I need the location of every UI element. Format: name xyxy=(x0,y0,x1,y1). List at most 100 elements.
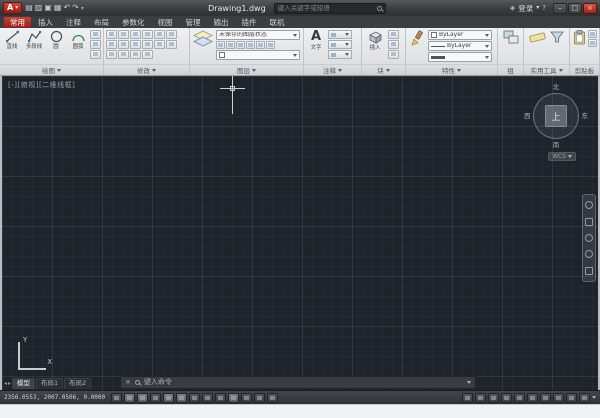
status-bar-menu-icon[interactable] xyxy=(592,396,596,399)
maximize-button[interactable]: □ xyxy=(568,3,582,14)
command-prompt[interactable]: 键入命令 xyxy=(144,379,463,386)
quick-select-icon[interactable] xyxy=(550,30,564,44)
viewcube-south-label[interactable]: 南 xyxy=(553,142,560,149)
ribbon-tab-insert[interactable]: 插入 xyxy=(32,17,59,28)
infer-constraints-toggle[interactable] xyxy=(111,393,122,403)
clean-screen-button[interactable] xyxy=(579,393,590,403)
trim-tool-button[interactable] xyxy=(130,30,141,39)
wcs-menu[interactable]: WCS xyxy=(548,152,576,161)
view-cube[interactable]: 北 西 东 南 上 xyxy=(524,84,588,148)
rectangle-tool-button[interactable] xyxy=(90,30,101,39)
move-tool-button[interactable] xyxy=(106,30,117,39)
layer-select-dropdown[interactable] xyxy=(216,50,300,60)
object-snap-tracking-toggle[interactable] xyxy=(202,393,213,403)
ribbon-tab-annotate[interactable]: 注释 xyxy=(60,17,87,28)
layer-match-button[interactable] xyxy=(256,41,265,49)
undo-button[interactable]: ↶ xyxy=(63,4,70,12)
create-block-button[interactable] xyxy=(388,30,399,39)
arc-tool-button[interactable]: 圆弧 xyxy=(68,30,88,50)
ribbon-tab-plugins[interactable]: 插件 xyxy=(236,17,263,28)
dynamic-ucs-toggle[interactable] xyxy=(215,393,226,403)
qat-customize-dropdown[interactable]: ▾ xyxy=(81,5,84,12)
table-dropdown[interactable] xyxy=(328,50,352,59)
viewcube-north-label[interactable]: 北 xyxy=(553,84,560,91)
clipboard-paste-icon[interactable] xyxy=(573,30,586,45)
layout-scroll-right-icon[interactable]: ▸ xyxy=(8,381,11,387)
panel-draw-label[interactable]: 绘图 xyxy=(0,64,103,75)
dimension-dropdown[interactable] xyxy=(328,30,352,39)
layer-state-dropdown[interactable]: 未保存的图层状态 xyxy=(216,30,300,40)
cut-clip-button[interactable] xyxy=(588,39,597,47)
grid-display-toggle[interactable] xyxy=(137,393,148,403)
dynamic-input-toggle[interactable] xyxy=(228,393,239,403)
layout-scroll-left-icon[interactable]: ◂ xyxy=(4,381,7,387)
showmotion-icon[interactable] xyxy=(585,267,593,275)
ribbon-tab-parametric[interactable]: 参数化 xyxy=(116,17,151,28)
object-snap-toggle[interactable] xyxy=(176,393,187,403)
viewcube-west-label[interactable]: 西 xyxy=(524,113,531,120)
orbit-icon[interactable] xyxy=(585,250,593,258)
polyline-tool-button[interactable]: 多段线 xyxy=(24,30,44,50)
annotation-scale-button[interactable] xyxy=(501,393,512,403)
pan-icon[interactable] xyxy=(585,218,593,226)
close-button[interactable]: × xyxy=(583,3,597,14)
polar-tracking-toggle[interactable] xyxy=(163,393,174,403)
save-button[interactable]: ▣ xyxy=(44,4,52,12)
ortho-mode-toggle[interactable] xyxy=(150,393,161,403)
new-file-button[interactable]: ▤ xyxy=(25,4,33,12)
edit-block-button[interactable] xyxy=(388,40,399,49)
toolbar-lock-button[interactable] xyxy=(553,393,564,403)
plot-button[interactable]: ▦ xyxy=(54,4,62,12)
tab-layout1[interactable]: 布局1 xyxy=(36,378,63,389)
panel-groups-label[interactable]: 组 xyxy=(498,64,523,75)
recent-commands-icon[interactable] xyxy=(467,381,471,384)
application-menu-button[interactable]: A ▾ xyxy=(3,2,22,14)
lineweight-display-toggle[interactable] xyxy=(241,393,252,403)
modify-tool-button[interactable] xyxy=(130,50,141,59)
tab-model[interactable]: 模型 xyxy=(12,378,35,389)
navigation-wheel-icon[interactable] xyxy=(585,201,593,209)
layer-isolate-button[interactable] xyxy=(246,41,255,49)
search-input[interactable] xyxy=(278,4,375,12)
model-space-button[interactable] xyxy=(462,393,473,403)
offset-tool-button[interactable] xyxy=(166,40,177,49)
3d-object-snap-toggle[interactable] xyxy=(189,393,200,403)
panel-properties-label[interactable]: 特性 xyxy=(406,64,497,75)
panel-modify-label[interactable]: 修改 xyxy=(104,64,189,75)
exchange-apps-icon[interactable]: ◈ xyxy=(510,5,515,12)
ribbon-tab-output[interactable]: 输出 xyxy=(208,17,235,28)
panel-clipboard-label[interactable]: 剪贴板 xyxy=(570,64,599,75)
quick-view-drawings-button[interactable] xyxy=(488,393,499,403)
layer-properties-button[interactable] xyxy=(192,30,214,48)
command-search-icon[interactable] xyxy=(135,380,140,385)
ribbon-tab-layout[interactable]: 布局 xyxy=(88,17,115,28)
insert-block-button[interactable]: 插入 xyxy=(364,30,386,51)
group-icon[interactable] xyxy=(503,30,519,44)
search-icon[interactable] xyxy=(377,6,382,11)
object-color-dropdown[interactable]: ByLayer xyxy=(428,30,492,40)
ribbon-tab-online[interactable]: 联机 xyxy=(264,17,291,28)
help-search-box[interactable] xyxy=(274,3,386,14)
block-attributes-button[interactable] xyxy=(388,50,399,59)
leader-dropdown[interactable] xyxy=(328,40,352,49)
help-icon[interactable]: ? xyxy=(542,5,546,12)
transparency-toggle[interactable] xyxy=(254,393,265,403)
coordinate-display[interactable]: 2356.0553, 2007.0506, 0.0000 xyxy=(4,394,105,401)
command-line[interactable]: × 键入命令 xyxy=(120,376,476,389)
chevron-down-icon[interactable]: ▾ xyxy=(536,5,539,11)
workspace-switching-button[interactable] xyxy=(540,393,551,403)
redo-button[interactable]: ↷ xyxy=(72,4,79,12)
line-tool-button[interactable]: 直线 xyxy=(2,30,22,50)
modify-tool-button[interactable] xyxy=(118,50,129,59)
panel-utilities-label[interactable]: 实用工具 xyxy=(524,64,569,75)
panel-layers-label[interactable]: 图层 xyxy=(190,64,303,75)
array-tool-button[interactable] xyxy=(130,40,141,49)
measure-ruler-icon[interactable] xyxy=(529,30,546,45)
drawing-canvas[interactable]: [-][俯视][二维线框] 北 西 东 南 上 WCS xyxy=(2,76,598,390)
scale-tool-button[interactable] xyxy=(118,40,129,49)
quick-properties-toggle[interactable] xyxy=(267,393,278,403)
layer-on-off-button[interactable] xyxy=(216,41,225,49)
fillet-tool-button[interactable] xyxy=(166,30,177,39)
layer-freeze-button[interactable] xyxy=(226,41,235,49)
hatch-tool-button[interactable] xyxy=(90,50,101,59)
